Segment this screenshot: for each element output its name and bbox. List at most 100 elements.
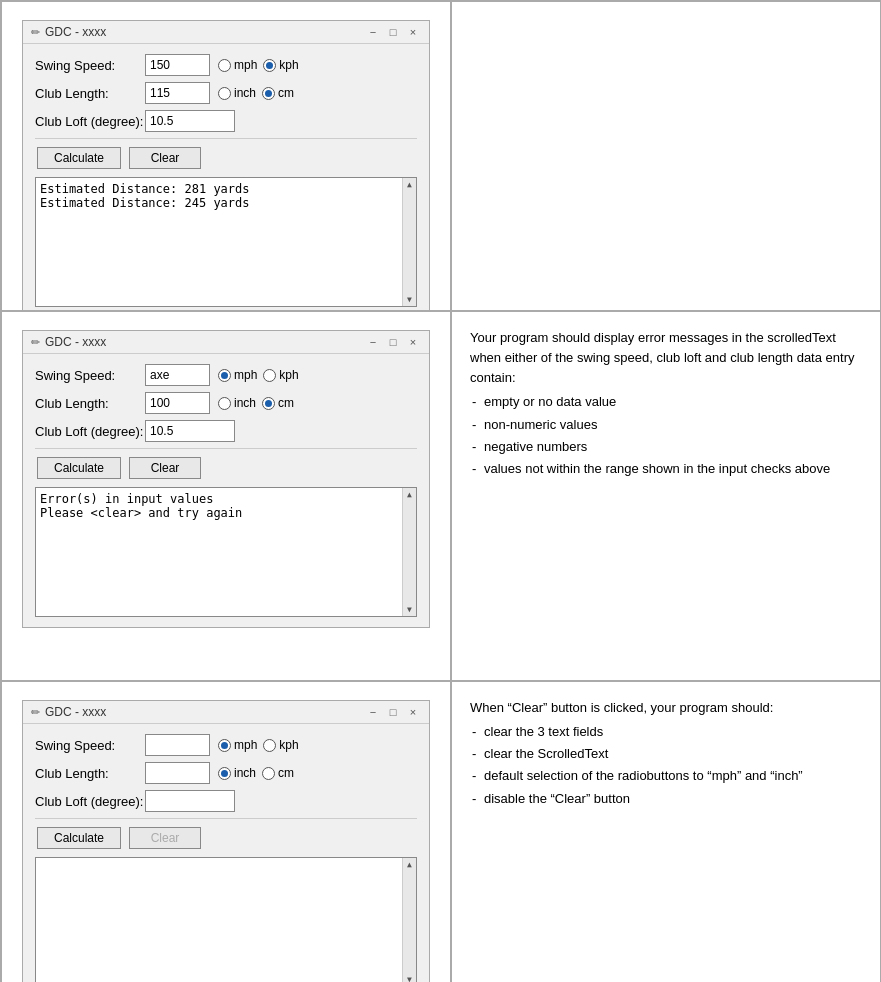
length-cm-dot-2 [262,397,275,410]
length-radio-group-2: inch cm [218,396,294,410]
scroll-up-arrow-1[interactable]: ▲ [405,178,414,191]
length-inch-radio-3[interactable]: inch [218,766,256,780]
club-length-row-2: Club Length: inch cm [35,392,417,414]
length-cm-dot-3 [262,767,275,780]
calculate-button-2[interactable]: Calculate [37,457,121,479]
speed-mph-radio-2[interactable]: mph [218,368,257,382]
club-length-input-1[interactable] [145,82,210,104]
speed-kph-radio-2[interactable]: kph [263,368,298,382]
club-loft-input-2[interactable] [145,420,235,442]
scroll-content-2: Error(s) in input values Please <clear> … [40,492,398,520]
window3-title: GDC - xxxx [45,705,106,719]
separator-1 [35,138,417,139]
scroll-down-arrow-1[interactable]: ▼ [405,293,414,306]
scrollbar-2[interactable]: ▲ ▼ [402,488,416,616]
swing-speed-row-3: Swing Speed: mph kph [35,734,417,756]
info-panel-1 [452,2,881,34]
club-length-input-3[interactable] [145,762,210,784]
calculate-button-1[interactable]: Calculate [37,147,121,169]
minimize-button-1[interactable]: − [365,25,381,39]
speed-mph-radio-3[interactable]: mph [218,738,257,752]
close-button-2[interactable]: × [405,335,421,349]
info-panel-3: When “Clear” button is clicked, your pro… [452,682,881,827]
scroll-down-arrow-3[interactable]: ▼ [405,973,414,982]
club-length-input-2[interactable] [145,392,210,414]
speed-mph-radio-1[interactable]: mph [218,58,257,72]
scroll-area-1: Estimated Distance: 281 yards Estimated … [35,177,417,307]
scrollbar-3[interactable]: ▲ ▼ [402,858,416,982]
clear-button-2[interactable]: Clear [129,457,201,479]
speed-kph-radio-3[interactable]: kph [263,738,298,752]
info2-item-3: values not within the range shown in the… [470,459,863,479]
scroll-up-arrow-3[interactable]: ▲ [405,858,414,871]
speed-mph-dot-2 [218,369,231,382]
length-cm-radio-2[interactable]: cm [262,396,294,410]
club-loft-input-3[interactable] [145,790,235,812]
swing-speed-input-3[interactable] [145,734,210,756]
calculate-button-3[interactable]: Calculate [37,827,121,849]
clear-button-1[interactable]: Clear [129,147,201,169]
swing-speed-row-2: Swing Speed: mph kph [35,364,417,386]
speed-mph-dot-1 [218,59,231,72]
info2-item-0: empty or no data value [470,392,863,412]
length-inch-radio-1[interactable]: inch [218,86,256,100]
window2-body: Swing Speed: mph kph Club Length: [23,354,429,627]
minimize-button-3[interactable]: − [365,705,381,719]
window1: ✏ GDC - xxxx − □ × Swing Speed: mph [22,20,430,311]
length-inch-radio-2[interactable]: inch [218,396,256,410]
pencil-icon-2: ✏ [31,336,40,349]
speed-kph-label-3: kph [279,738,298,752]
window2: ✏ GDC - xxxx − □ × Swing Speed: mph [22,330,430,628]
club-loft-label-3: Club Loft (degree): [35,794,145,809]
output-line-1b: Estimated Distance: 245 yards [40,196,398,210]
scroll-area-2: Error(s) in input values Please <clear> … [35,487,417,617]
maximize-button-3[interactable]: □ [385,705,401,719]
close-button-1[interactable]: × [405,25,421,39]
window3: ✏ GDC - xxxx − □ × Swing Speed: mph [22,700,430,982]
info2-list: empty or no data value non-numeric value… [470,392,863,479]
length-inch-dot-3 [218,767,231,780]
club-loft-label-2: Club Loft (degree): [35,424,145,439]
length-cm-label-2: cm [278,396,294,410]
window3-body: Swing Speed: mph kph Club Length: [23,724,429,982]
output-line-1a: Estimated Distance: 281 yards [40,182,398,196]
swing-speed-input-1[interactable] [145,54,210,76]
window2-title: GDC - xxxx [45,335,106,349]
scroll-down-arrow-2[interactable]: ▼ [405,603,414,616]
speed-mph-label-3: mph [234,738,257,752]
cell-window2: ✏ GDC - xxxx − □ × Swing Speed: mph [1,311,451,681]
speed-mph-label-2: mph [234,368,257,382]
speed-radio-group-3: mph kph [218,738,299,752]
maximize-button-1[interactable]: □ [385,25,401,39]
minimize-button-2[interactable]: − [365,335,381,349]
swing-speed-label-1: Swing Speed: [35,58,145,73]
window1-body: Swing Speed: mph kph Club Length: [23,44,429,311]
maximize-button-2[interactable]: □ [385,335,401,349]
window2-titlebar: ✏ GDC - xxxx − □ × [23,331,429,354]
pencil-icon: ✏ [31,26,40,39]
club-length-label-1: Club Length: [35,86,145,101]
cell-window3: ✏ GDC - xxxx − □ × Swing Speed: mph [1,681,451,982]
length-cm-radio-3[interactable]: cm [262,766,294,780]
cell-window1: ✏ GDC - xxxx − □ × Swing Speed: mph [1,1,451,311]
scroll-content-1: Estimated Distance: 281 yards Estimated … [40,182,398,210]
length-cm-radio-1[interactable]: cm [262,86,294,100]
swing-speed-row-1: Swing Speed: mph kph [35,54,417,76]
scrollbar-1[interactable]: ▲ ▼ [402,178,416,306]
speed-kph-dot-2 [263,369,276,382]
club-length-label-2: Club Length: [35,396,145,411]
swing-speed-input-2[interactable] [145,364,210,386]
length-cm-label-3: cm [278,766,294,780]
speed-mph-label-1: mph [234,58,257,72]
speed-kph-radio-1[interactable]: kph [263,58,298,72]
info3-item-3: disable the “Clear” button [470,789,863,809]
info3-item-2: default selection of the radiobuttons to… [470,766,863,786]
cell-info3: When “Clear” button is clicked, your pro… [451,681,881,982]
output-line-2a: Error(s) in input values [40,492,398,506]
length-inch-label-1: inch [234,86,256,100]
scroll-up-arrow-2[interactable]: ▲ [405,488,414,501]
close-button-3[interactable]: × [405,705,421,719]
button-row-2: Calculate Clear [35,457,417,479]
club-loft-input-1[interactable] [145,110,235,132]
club-loft-row-2: Club Loft (degree): [35,420,417,442]
